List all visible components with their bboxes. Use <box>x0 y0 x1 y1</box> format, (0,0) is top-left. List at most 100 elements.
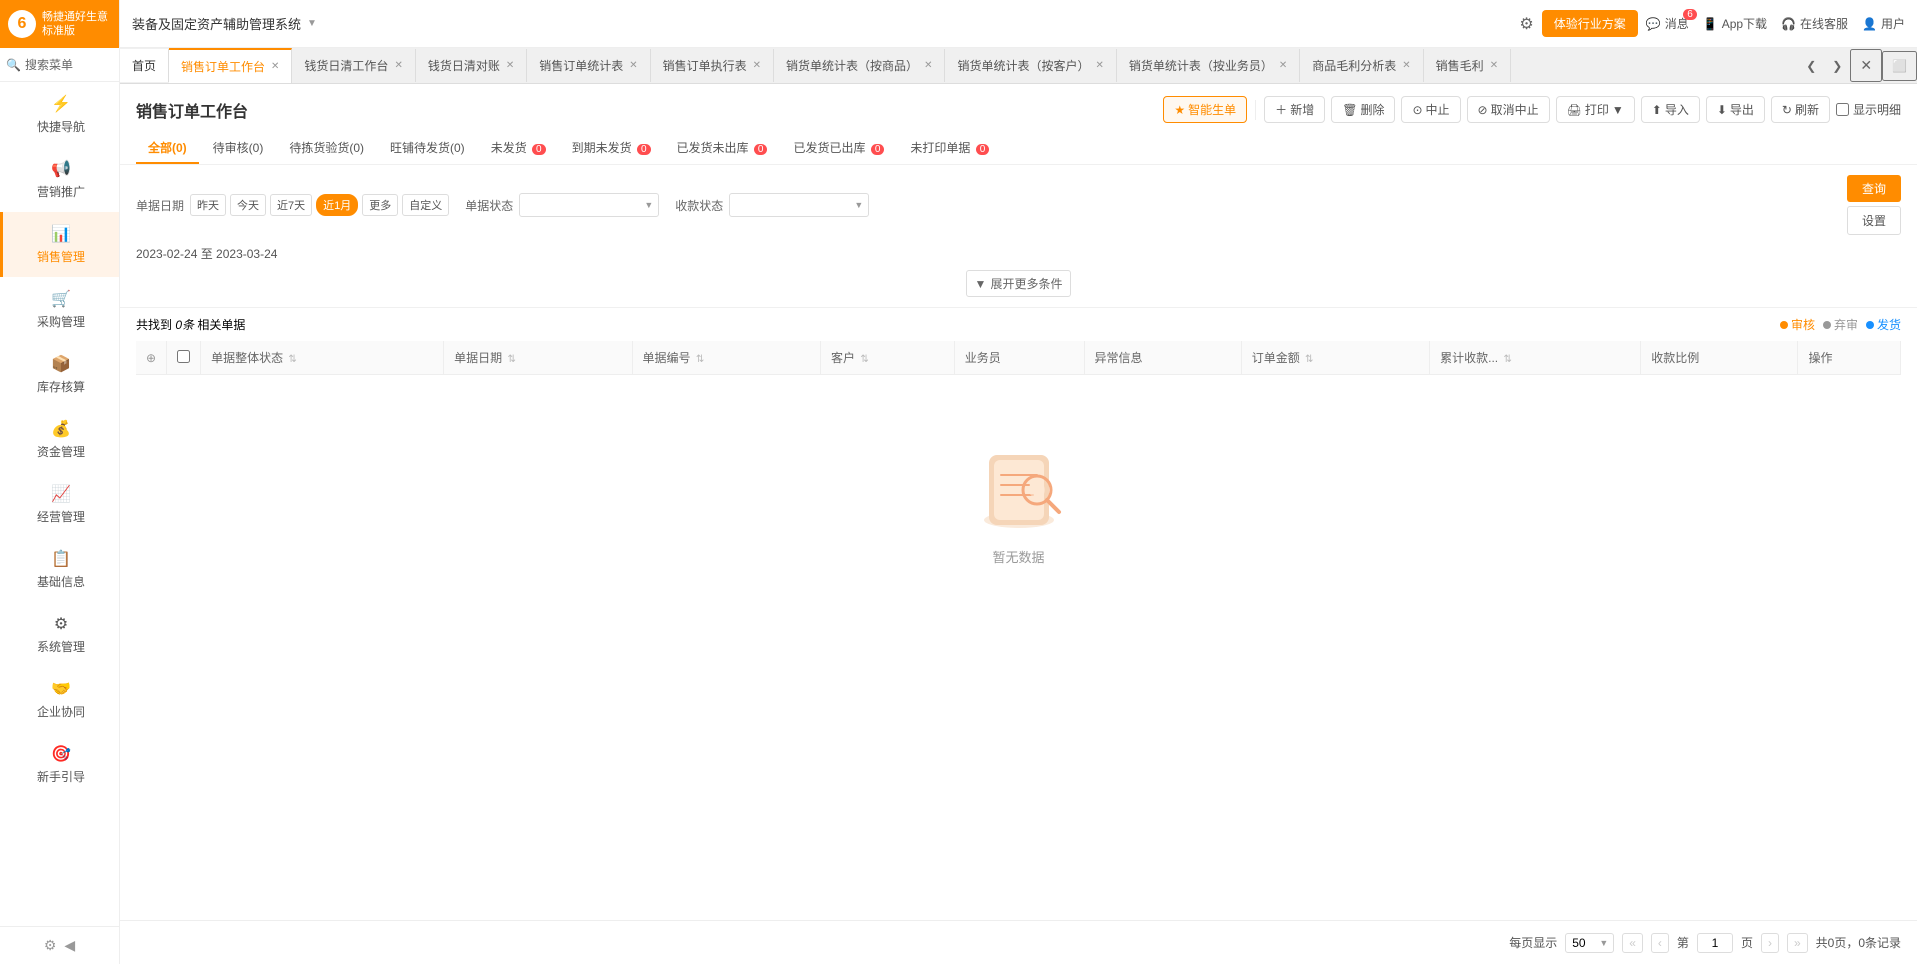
1month-btn[interactable]: 近1月 <box>316 194 358 216</box>
tab-expand-btn[interactable]: ⬜ <box>1882 51 1917 81</box>
filter-tab-overdue[interactable]: 到期未发货 0 <box>560 133 663 164</box>
import-icon: ⬆ <box>1652 103 1662 117</box>
online-service-btn[interactable]: 🎧 在线客服 <box>1781 15 1848 32</box>
delete-btn[interactable]: 🗑 删除 <box>1331 96 1395 123</box>
filter-tab-all[interactable]: 全部(0) <box>136 133 199 164</box>
filter-tab-shipped-out[interactable]: 已发货已出库 0 <box>781 133 896 164</box>
tab-label: 销货单统计表（按客户） <box>957 57 1089 74</box>
tab-close-icon[interactable]: ✕ <box>271 61 279 72</box>
tab-product-margin[interactable]: 商品毛利分析表 ✕ <box>1300 49 1423 82</box>
settings-bottom-btn[interactable]: ⚙ <box>44 937 57 954</box>
pagination: 每页显示 10 20 50 100 « ‹ 第 页 › » 共0页，0条记录 <box>120 920 1917 964</box>
app-download-btn[interactable]: 📱 App下载 <box>1703 15 1767 32</box>
search-area: 单据日期 昨天 今天 近7天 近1月 更多 自定义 单据状态 <box>120 165 1917 308</box>
ship-action[interactable]: 发货 <box>1866 316 1901 333</box>
th-abnormal: 异常信息 <box>1084 341 1241 375</box>
sidebar-item-guide[interactable]: 🎯 新手引导 <box>0 732 119 797</box>
set-btn[interactable]: 设置 <box>1847 206 1901 235</box>
message-btn[interactable]: 💬 消息 6 <box>1646 15 1689 32</box>
tab-sales-exec[interactable]: 销售订单执行表 ✕ <box>651 49 774 82</box>
tab-close-icon[interactable]: ✕ <box>506 60 514 71</box>
query-btn[interactable]: 查询 <box>1847 175 1901 202</box>
cancel-stop-btn[interactable]: ⊘ 取消中止 <box>1467 96 1550 123</box>
filter-tab-shipped-not-out[interactable]: 已发货未出库 0 <box>665 133 780 164</box>
tab-home[interactable]: 首页 <box>120 49 169 82</box>
tab-sales-workbench[interactable]: 销售订单工作台 ✕ <box>169 48 292 83</box>
sidebar-item-operations[interactable]: 📈 经营管理 <box>0 472 119 537</box>
tab-close-icon[interactable]: ✕ <box>1490 60 1498 71</box>
tab-cash-daily[interactable]: 钱货日清工作台 ✕ <box>292 49 415 82</box>
table-area: 共找到 0条 相关单据 审核 弃审 发货 <box>120 308 1917 920</box>
filter-tab-wangpu[interactable]: 旺铺待发货(0) <box>378 133 477 164</box>
sort-collected-icon[interactable]: ⇅ <box>1503 354 1511 365</box>
review-action[interactable]: 审核 <box>1780 316 1815 333</box>
tab-close-icon[interactable]: ✕ <box>753 60 761 71</box>
tab-close-icon[interactable]: ✕ <box>1095 60 1103 71</box>
select-all-checkbox[interactable] <box>177 350 190 363</box>
tab-sales-profit[interactable]: 销售毛利 ✕ <box>1424 49 1511 82</box>
sort-number-icon[interactable]: ⇅ <box>696 354 704 365</box>
topbar-settings-icon[interactable]: ⚙ <box>1519 14 1533 34</box>
status-select[interactable] <box>519 193 659 217</box>
tab-close-icon[interactable]: ✕ <box>1279 60 1287 71</box>
export-btn[interactable]: ⬇ 导出 <box>1706 96 1765 123</box>
smart-create-btn[interactable]: ★ 智能生单 <box>1163 96 1247 123</box>
tab-close-icon[interactable]: ✕ <box>924 60 932 71</box>
stop-btn[interactable]: ⊙ 中止 <box>1401 96 1460 123</box>
drag-settings-icon[interactable]: ⊕ <box>146 351 156 365</box>
refresh-btn[interactable]: ↻ 刷新 <box>1771 96 1830 123</box>
custom-btn[interactable]: 自定义 <box>402 194 449 216</box>
solution-button[interactable]: 体验行业方案 <box>1542 10 1638 37</box>
sort-date-icon[interactable]: ⇅ <box>507 354 515 365</box>
7days-btn[interactable]: 近7天 <box>270 194 312 216</box>
show-detail-checkbox[interactable] <box>1836 103 1849 116</box>
tab-next-btn[interactable]: ❯ <box>1824 53 1850 79</box>
tab-prev-btn[interactable]: ❮ <box>1798 53 1824 79</box>
tab-sales-stats[interactable]: 销售订单统计表 ✕ <box>527 49 650 82</box>
sidebar-item-finance[interactable]: 💰 资金管理 <box>0 407 119 472</box>
more-btn[interactable]: 更多 <box>362 194 398 216</box>
show-detail-checkbox-label[interactable]: 显示明细 <box>1836 101 1901 118</box>
tab-sales-stats-staff[interactable]: 销货单统计表（按业务员） ✕ <box>1117 49 1300 82</box>
sort-status-icon[interactable]: ⇅ <box>288 354 296 365</box>
today-btn[interactable]: 今天 <box>230 194 266 216</box>
sidebar-item-sales[interactable]: 📊 销售管理 <box>0 212 119 277</box>
tab-sales-stats-customer[interactable]: 销货单统计表（按客户） ✕ <box>945 49 1116 82</box>
payment-select[interactable] <box>729 193 869 217</box>
collapse-btn[interactable]: ◀ <box>64 937 75 954</box>
yesterday-btn[interactable]: 昨天 <box>190 194 226 216</box>
prev-page-btn[interactable]: ‹ <box>1651 933 1669 953</box>
tab-cash-reconcile[interactable]: 钱货日清对账 ✕ <box>416 49 527 82</box>
page-input[interactable] <box>1697 933 1733 953</box>
add-btn[interactable]: ＋ 新增 <box>1264 96 1325 123</box>
tab-sales-stats-product[interactable]: 销货单统计表（按商品） ✕ <box>774 49 945 82</box>
sidebar-item-system[interactable]: ⚙ 系统管理 <box>0 602 119 667</box>
print-btn[interactable]: 🖨 打印 ▼ <box>1556 96 1635 123</box>
sidebar-item-marketing[interactable]: 📢 营销推广 <box>0 147 119 212</box>
tab-close-icon[interactable]: ✕ <box>1402 60 1410 71</box>
last-page-btn[interactable]: » <box>1787 933 1808 953</box>
expand-btn[interactable]: ▼ 展开更多条件 <box>966 270 1072 297</box>
page-size-select[interactable]: 10 20 50 100 <box>1565 933 1614 953</box>
import-btn[interactable]: ⬆ 导入 <box>1641 96 1700 123</box>
sidebar-item-quick-nav[interactable]: ⚡ 快捷导航 <box>0 82 119 147</box>
filter-tab-pending-inspect[interactable]: 待拣货验货(0) <box>277 133 376 164</box>
next-page-btn[interactable]: › <box>1761 933 1779 953</box>
user-menu-btn[interactable]: 👤 用户 <box>1862 15 1905 32</box>
filter-tab-not-printed[interactable]: 未打印单据 0 <box>898 133 1001 164</box>
cancel-action[interactable]: 弃审 <box>1823 316 1858 333</box>
sidebar-search[interactable]: 🔍 搜索菜单 <box>0 48 119 82</box>
filter-tab-not-shipped[interactable]: 未发货 0 <box>479 133 558 164</box>
sidebar-item-basic-info[interactable]: 📋 基础信息 <box>0 537 119 602</box>
first-page-btn[interactable]: « <box>1622 933 1643 953</box>
sort-customer-icon[interactable]: ⇅ <box>860 354 868 365</box>
sort-amount-icon[interactable]: ⇅ <box>1305 354 1313 365</box>
sidebar-item-inventory[interactable]: 📦 库存核算 <box>0 342 119 407</box>
sidebar-item-enterprise[interactable]: 🤝 企业协同 <box>0 667 119 732</box>
tab-close-icon[interactable]: ✕ <box>629 60 637 71</box>
tab-close-icon[interactable]: ✕ <box>394 60 402 71</box>
sidebar-item-label: 资金管理 <box>37 443 85 460</box>
filter-tab-pending-review[interactable]: 待审核(0) <box>201 133 276 164</box>
sidebar-item-purchase[interactable]: 🛒 采购管理 <box>0 277 119 342</box>
tab-close-all-btn[interactable]: ✕ <box>1850 49 1882 82</box>
